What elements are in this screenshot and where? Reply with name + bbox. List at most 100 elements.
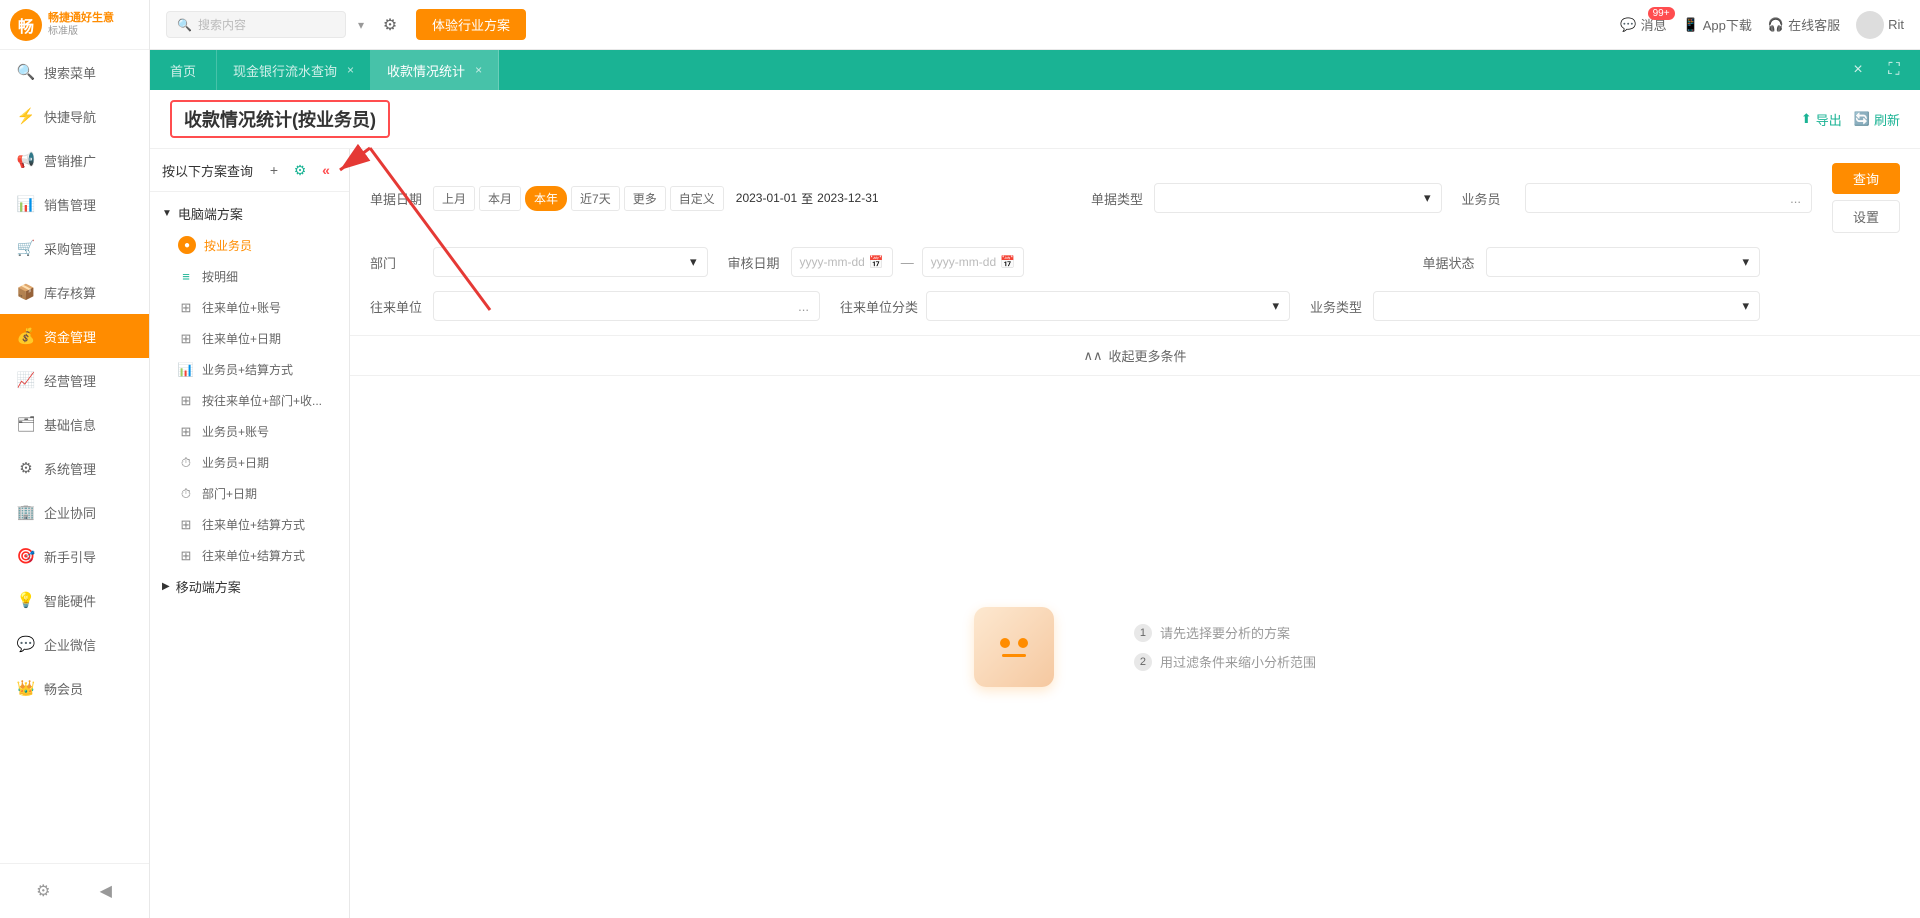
tab-collection[interactable]: 收款情况统计 ×: [371, 50, 499, 90]
refresh-icon: 🔄: [1854, 111, 1870, 127]
tab-home[interactable]: 首页: [150, 50, 217, 90]
salesperson-select[interactable]: ...: [1525, 183, 1813, 213]
biz-type-chevron: ▾: [1742, 298, 1749, 314]
page-content: 收款情况统计(按业务员) ⬆ 导出 🔄 刷新 按以下方案查询: [150, 90, 1920, 918]
export-btn[interactable]: ⬆ 导出: [1801, 110, 1842, 129]
filter-unit: 往来单位 ...: [370, 291, 820, 321]
doc-status-select[interactable]: ▾: [1486, 247, 1761, 277]
dept-label: 部门: [370, 253, 425, 272]
date-shortcut-last7[interactable]: 近7天: [571, 186, 620, 211]
doc-status-label: 单据状态: [1423, 253, 1478, 272]
page-title-box: 收款情况统计(按业务员): [170, 100, 390, 138]
scheme-item-by-unit-dept[interactable]: ⊞ 按往来单位+部门+收...: [150, 385, 349, 416]
logo-text: 畅捷通好生意 标准版: [48, 11, 114, 38]
sidebar-item-sales[interactable]: 📊 销售管理: [0, 182, 149, 226]
tab-close-bank-flow[interactable]: ×: [347, 63, 354, 77]
unit-select[interactable]: ...: [433, 291, 820, 321]
salesperson-label: 业务员: [1462, 189, 1517, 208]
scheme-item-by-unit-date[interactable]: ⊞ 往来单位+日期: [150, 323, 349, 354]
result-empty: 1 请先选择要分析的方案 2 用过滤条件来缩小分析范围: [914, 547, 1356, 747]
tab-restore-btn[interactable]: ⛶: [1880, 56, 1908, 84]
filter-settings-btn[interactable]: 设置: [1832, 200, 1900, 233]
scheme-settings-btn[interactable]: ⚙: [289, 159, 311, 181]
scheme-header-title: 按以下方案查询: [162, 161, 253, 180]
scheme-add-btn[interactable]: +: [263, 159, 285, 181]
dept-select[interactable]: ▾: [433, 247, 708, 277]
sidebar: 畅 畅捷通好生意 标准版 🔍 搜索菜单 ⚡ 快捷导航 📢 营销推广 📊 销售管理…: [0, 0, 150, 918]
result-tips: 1 请先选择要分析的方案 2 用过滤条件来缩小分析范围: [1134, 623, 1316, 671]
date-shortcut-last-month[interactable]: 上月: [433, 186, 475, 211]
sidebar-item-inventory[interactable]: 📦 库存核算: [0, 270, 149, 314]
query-btn[interactable]: 查询: [1832, 163, 1900, 194]
collapse-icon: ∧∧: [1083, 348, 1102, 364]
sales-icon: 📊: [16, 194, 36, 214]
result-tip-1: 1 请先选择要分析的方案: [1134, 623, 1316, 642]
logo-icon: 畅: [10, 9, 42, 41]
unit-more-btn[interactable]: ...: [798, 299, 809, 314]
refresh-btn[interactable]: 🔄 刷新: [1854, 110, 1900, 129]
user-info[interactable]: Rit: [1856, 11, 1904, 39]
messages-btn[interactable]: 💬 消息 99+: [1620, 15, 1666, 34]
scheme-item-by-salesperson[interactable]: ● 按业务员: [150, 229, 349, 261]
review-date-end[interactable]: yyyy-mm-dd 📅: [922, 247, 1024, 277]
doc-type-select[interactable]: ▾: [1154, 183, 1442, 213]
sidebar-settings-btn[interactable]: ⚙: [28, 876, 58, 906]
scheme-item-by-unit-account[interactable]: ⊞ 往来单位+账号: [150, 292, 349, 323]
scheme-item-by-salesperson-date[interactable]: ⏱ 业务员+日期: [150, 447, 349, 478]
filter-date: 单据日期 上月 本月 本年 近7天 更多 自定义 2023-01-01: [370, 186, 1071, 211]
date-shortcut-this-year[interactable]: 本年: [525, 186, 567, 211]
list-icon: ≡: [178, 269, 194, 285]
online-service-btn[interactable]: 🎧 在线客服: [1768, 15, 1840, 34]
sidebar-item-guide[interactable]: 🎯 新手引导: [0, 534, 149, 578]
sidebar-item-system[interactable]: ⚙ 系统管理: [0, 446, 149, 490]
scheme-list: ▼ 电脑端方案 ● 按业务员 ≡ 按明细 ⊞ 往: [150, 192, 349, 918]
biz-type-select[interactable]: ▾: [1373, 291, 1760, 321]
sidebar-item-operations[interactable]: 📈 经营管理: [0, 358, 149, 402]
collapse-bar[interactable]: ∧∧ 收起更多条件: [350, 336, 1920, 376]
trial-btn[interactable]: 体验行业方案: [416, 9, 526, 40]
salesperson-more-btn[interactable]: ...: [1790, 191, 1801, 206]
sidebar-collapse-btn[interactable]: ◀: [91, 876, 121, 906]
guide-icon: 🎯: [16, 546, 36, 566]
filter-salesperson: 业务员 ...: [1462, 183, 1813, 213]
app-download-btn[interactable]: 📱 App下载: [1683, 15, 1752, 34]
sidebar-item-finance[interactable]: 💰 资金管理: [0, 314, 149, 358]
topbar-gear-btn[interactable]: ⚙: [376, 11, 404, 39]
topbar-search[interactable]: 🔍 搜索内容: [166, 11, 346, 38]
filter-doc-type: 单据类型 ▾: [1091, 183, 1442, 213]
sidebar-item-member[interactable]: 👑 畅会员: [0, 666, 149, 710]
user-avatar: [1856, 11, 1884, 39]
sidebar-item-quick-nav[interactable]: ⚡ 快捷导航: [0, 94, 149, 138]
scheme-item-by-unit-method2[interactable]: ⊞ 往来单位+结算方式: [150, 540, 349, 571]
sidebar-item-basic-info[interactable]: 🗂 基础信息: [0, 402, 149, 446]
date-shortcut-more[interactable]: 更多: [624, 186, 666, 211]
scheme-item-by-salesperson-method[interactable]: 📊 业务员+结算方式: [150, 354, 349, 385]
scheme-group-desktop-header[interactable]: ▼ 电脑端方案: [150, 198, 349, 229]
date-shortcut-custom[interactable]: 自定义: [670, 186, 724, 211]
filter-area: 单据日期 上月 本月 本年 近7天 更多 自定义 2023-01-01: [350, 149, 1920, 336]
sidebar-item-search[interactable]: 🔍 搜索菜单: [0, 50, 149, 94]
active-indicator: ●: [178, 236, 196, 254]
sidebar-item-marketing[interactable]: 📢 营销推广: [0, 138, 149, 182]
sidebar-item-enterprise[interactable]: 🏢 企业协同: [0, 490, 149, 534]
result-tip-2: 2 用过滤条件来缩小分析范围: [1134, 652, 1316, 671]
date-shortcut-this-month[interactable]: 本月: [479, 186, 521, 211]
tab-close-all-btn[interactable]: ×: [1844, 56, 1872, 84]
unit-category-label: 往来单位分类: [840, 297, 918, 316]
scheme-item-by-dept-date[interactable]: ⏱ 部门+日期: [150, 478, 349, 509]
tip-num-1: 1: [1134, 624, 1152, 642]
scheme-item-by-detail[interactable]: ≡ 按明细: [150, 261, 349, 292]
scheme-item-by-salesperson-account[interactable]: ⊞ 业务员+账号: [150, 416, 349, 447]
review-date-start[interactable]: yyyy-mm-dd 📅: [791, 247, 893, 277]
scheme-group-mobile-header[interactable]: ▶ 移动端方案: [150, 571, 349, 602]
scheme-item-by-unit-method1[interactable]: ⊞ 往来单位+结算方式: [150, 509, 349, 540]
tab-close-collection[interactable]: ×: [475, 63, 482, 77]
sidebar-item-wechat[interactable]: 💬 企业微信: [0, 622, 149, 666]
scheme-collapse-btn[interactable]: «: [315, 159, 337, 181]
topbar-dropdown-arrow[interactable]: ▾: [358, 18, 364, 32]
calendar2-icon: 📅: [1000, 255, 1015, 269]
tab-bank-flow[interactable]: 现金银行流水查询 ×: [217, 50, 371, 90]
sidebar-item-smart-hw[interactable]: 💡 智能硬件: [0, 578, 149, 622]
unit-category-select[interactable]: ▾: [926, 291, 1290, 321]
sidebar-item-purchase[interactable]: 🛒 采购管理: [0, 226, 149, 270]
